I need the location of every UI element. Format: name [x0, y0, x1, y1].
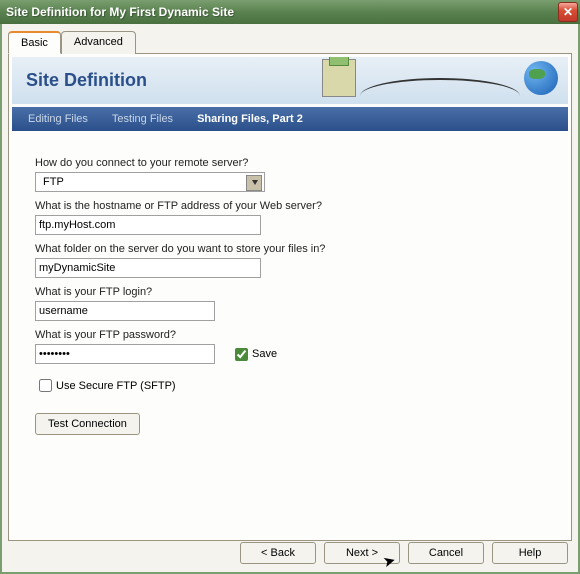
step-editing-label: Editing Files — [28, 113, 88, 125]
window-body: Basic Advanced Site Definition Editing F… — [0, 24, 580, 574]
globe-icon — [524, 61, 558, 95]
save-checkbox[interactable] — [235, 348, 248, 361]
step-sharing-label: Sharing Files, Part 2 — [197, 113, 303, 125]
help-label: Help — [519, 547, 542, 559]
sftp-checkbox[interactable] — [39, 379, 52, 392]
next-button[interactable]: Next > — [324, 542, 400, 564]
window-title: Site Definition for My First Dynamic Sit… — [6, 5, 558, 19]
titlebar: Site Definition for My First Dynamic Sit… — [0, 0, 580, 24]
login-label: What is your FTP login? — [35, 286, 545, 298]
next-label: Next > — [346, 547, 378, 559]
password-input[interactable] — [35, 344, 215, 364]
help-button[interactable]: Help — [492, 542, 568, 564]
step-editing-files[interactable]: Editing Files — [16, 113, 100, 125]
connect-select[interactable]: FTP — [35, 172, 265, 192]
cancel-label: Cancel — [429, 547, 463, 559]
save-label: Save — [252, 348, 277, 360]
password-label: What is your FTP password? — [35, 329, 545, 341]
connect-label: How do you connect to your remote server… — [35, 157, 545, 169]
tab-basic[interactable]: Basic — [8, 31, 61, 54]
sftp-label: Use Secure FTP (SFTP) — [56, 380, 176, 392]
tab-advanced[interactable]: Advanced — [61, 31, 136, 54]
cancel-button[interactable]: Cancel — [408, 542, 484, 564]
login-input[interactable] — [35, 301, 215, 321]
tab-strip: Basic Advanced — [8, 31, 572, 54]
tab-advanced-label: Advanced — [74, 36, 123, 48]
page-title: Site Definition — [26, 70, 147, 91]
close-button[interactable]: ✕ — [558, 2, 578, 22]
password-row: Save — [35, 344, 545, 364]
test-connection-label: Test Connection — [48, 418, 127, 430]
step-sharing-files[interactable]: Sharing Files, Part 2 — [185, 113, 315, 125]
banner-art — [322, 59, 558, 97]
close-icon: ✕ — [563, 5, 573, 19]
test-connection-button[interactable]: Test Connection — [35, 413, 140, 435]
connect-select-wrap: FTP — [35, 172, 265, 192]
footer-buttons: < Back Next > Cancel Help — [240, 542, 568, 564]
cable-icon — [360, 78, 520, 96]
banner: Site Definition — [12, 57, 568, 104]
tab-basic-label: Basic — [21, 37, 48, 49]
step-testing-label: Testing Files — [112, 113, 173, 125]
form-area: How do you connect to your remote server… — [9, 131, 571, 453]
step-testing-files[interactable]: Testing Files — [100, 113, 185, 125]
sftp-row: Use Secure FTP (SFTP) — [35, 376, 545, 395]
folder-label: What folder on the server do you want to… — [35, 243, 545, 255]
folder-input[interactable] — [35, 258, 261, 278]
tab-panel: Site Definition Editing Files Testing Fi… — [8, 53, 572, 541]
hostname-label: What is the hostname or FTP address of y… — [35, 200, 545, 212]
step-bar: Editing Files Testing Files Sharing File… — [12, 107, 568, 131]
back-button[interactable]: < Back — [240, 542, 316, 564]
hostname-input[interactable] — [35, 215, 261, 235]
back-label: < Back — [261, 547, 295, 559]
server-icon — [322, 59, 356, 97]
